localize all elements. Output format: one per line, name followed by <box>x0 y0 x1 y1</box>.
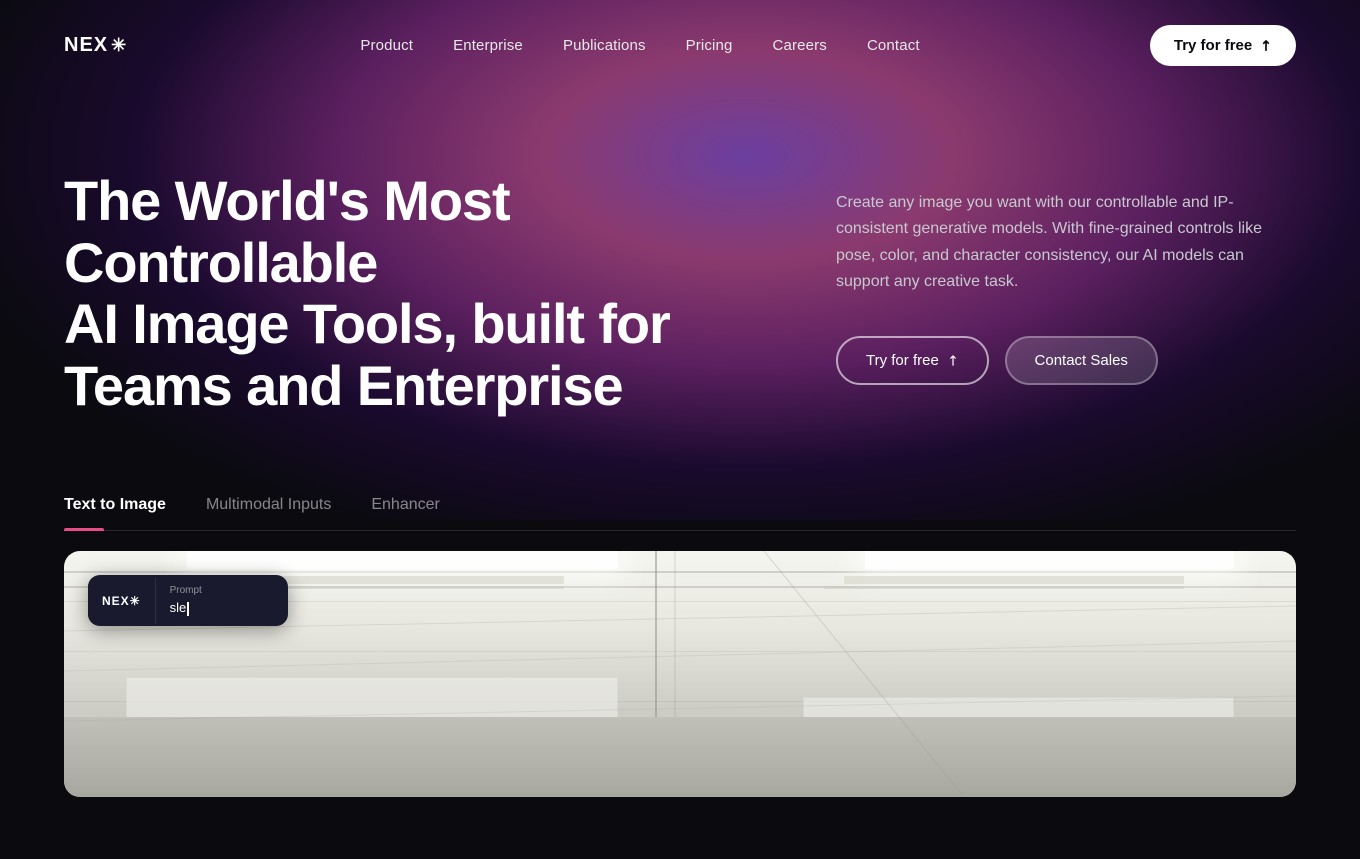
nav-item-publications[interactable]: Publications <box>543 37 666 54</box>
hero-actions: Try for free ↗ Contact Sales <box>836 336 1296 385</box>
nav-cta-arrow-icon: ↗ <box>1256 35 1276 55</box>
tabs-list: Text to Image Multimodal Inputs Enhancer <box>64 496 1296 531</box>
prompt-card-logo: NEX✳ <box>88 578 156 624</box>
hero-contact-sales-button[interactable]: Contact Sales <box>1005 336 1158 385</box>
prompt-card-content: Prompt sle <box>156 575 288 626</box>
hero-description: Create any image you want with our contr… <box>836 190 1296 296</box>
nav-item-careers[interactable]: Careers <box>753 37 847 54</box>
prompt-text: sle <box>170 600 187 615</box>
logo-text: NEX✳ <box>64 34 130 57</box>
tabs-section: Text to Image Multimodal Inputs Enhancer <box>0 496 1360 531</box>
logo: NEX✳ <box>64 34 130 57</box>
hero-try-label: Try for free <box>866 352 939 369</box>
prompt-logo-star-icon: ✳ <box>130 594 141 608</box>
hero-title-line3: Teams and Enterprise <box>64 354 623 417</box>
logo-star-icon: ✳ <box>108 34 130 56</box>
nav-link-pricing[interactable]: Pricing <box>666 37 753 54</box>
nav-item-contact[interactable]: Contact <box>847 37 940 54</box>
tab-multimodal-inputs[interactable]: Multimodal Inputs <box>206 496 331 530</box>
nav-item-pricing[interactable]: Pricing <box>666 37 753 54</box>
nav-try-free-button[interactable]: Try for free ↗ <box>1150 25 1296 66</box>
prompt-value: sle <box>170 600 274 616</box>
nav-link-product[interactable]: Product <box>340 37 433 54</box>
tab-text-to-image-label: Text to Image <box>64 496 166 513</box>
tab-enhancer-label: Enhancer <box>371 496 440 513</box>
tab-multimodal-inputs-label: Multimodal Inputs <box>206 496 331 513</box>
nav-links: Product Enterprise Publications Pricing … <box>340 37 939 54</box>
hero-try-free-button[interactable]: Try for free ↗ <box>836 336 989 385</box>
hero-title: The World's Most Controllable AI Image T… <box>64 170 756 416</box>
nav-cta-label: Try for free <box>1174 37 1252 54</box>
cursor-blink <box>187 602 189 616</box>
prompt-card-logo-text: NEX✳ <box>102 594 141 608</box>
nav-link-enterprise[interactable]: Enterprise <box>433 37 543 54</box>
nav-item-enterprise[interactable]: Enterprise <box>433 37 543 54</box>
navigation: NEX✳ Product Enterprise Publications Pri… <box>0 0 1360 90</box>
prompt-label: Prompt <box>170 585 274 596</box>
hero-try-arrow-icon: ↗ <box>943 350 963 370</box>
hero-section: The World's Most Controllable AI Image T… <box>0 90 1360 476</box>
demo-area: NEX✳ Prompt sle <box>64 551 1296 797</box>
hero-right-column: Create any image you want with our contr… <box>836 170 1296 385</box>
hero-title-line1: The World's Most Controllable <box>64 169 509 294</box>
prompt-card: NEX✳ Prompt sle <box>88 575 288 626</box>
nav-link-contact[interactable]: Contact <box>847 37 940 54</box>
nav-link-publications[interactable]: Publications <box>543 37 666 54</box>
nav-item-product[interactable]: Product <box>340 37 433 54</box>
hero-contact-label: Contact Sales <box>1035 352 1128 369</box>
tab-text-to-image[interactable]: Text to Image <box>64 496 166 530</box>
hero-left-column: The World's Most Controllable AI Image T… <box>64 170 756 416</box>
hero-title-line2: AI Image Tools, built for <box>64 292 670 355</box>
tab-enhancer[interactable]: Enhancer <box>371 496 440 530</box>
nav-link-careers[interactable]: Careers <box>753 37 847 54</box>
